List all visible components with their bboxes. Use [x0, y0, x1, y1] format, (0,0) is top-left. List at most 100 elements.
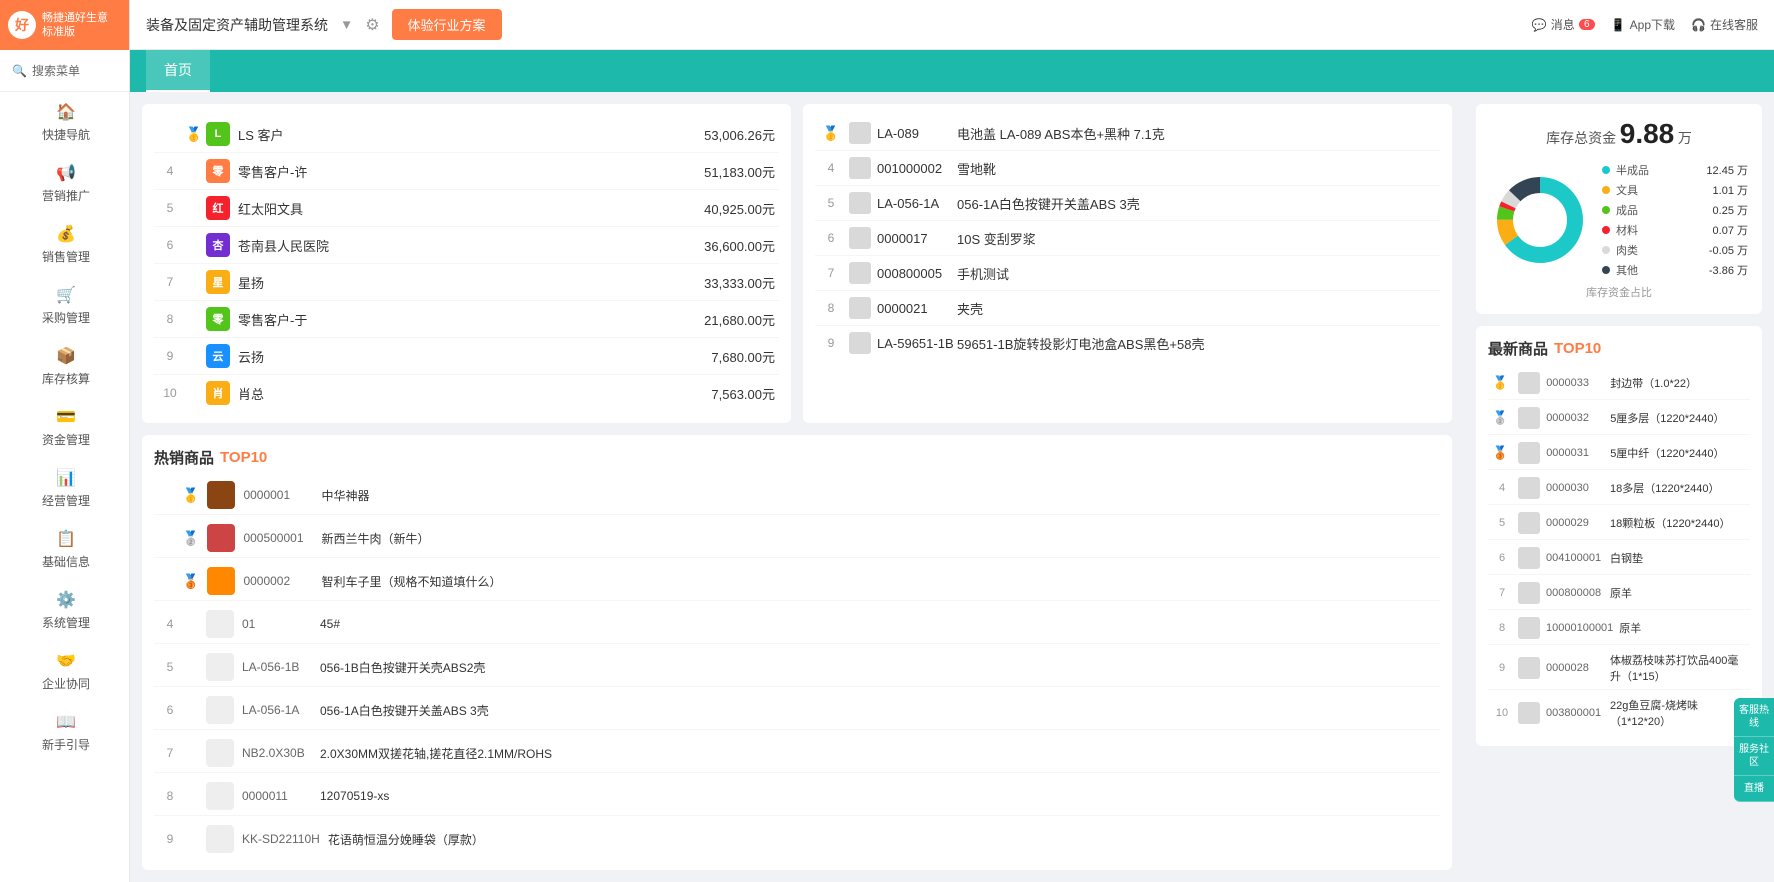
new-product-icon-10	[1518, 702, 1540, 724]
hot-product-name-5: 056-1B白色按键开关壳ABS2壳	[320, 659, 1436, 676]
sidebar-item-basic[interactable]: 📋 基础信息	[0, 519, 129, 580]
new-product-name-8: 原羊	[1619, 620, 1746, 636]
new-product-icon-7	[1518, 582, 1540, 604]
sidebar-search[interactable]: 🔍 搜索菜单	[0, 50, 129, 92]
hot-product-code-3: 0000002	[243, 574, 313, 588]
sidebar-item-guide[interactable]: 📖 新手引导	[0, 702, 129, 763]
new-product-code-8: 10000100001	[1546, 622, 1613, 634]
product-icon-1	[849, 122, 871, 144]
hot-product-name-1: 电池盖 LA-089 ABS本色+黑种 7.1克	[957, 124, 1436, 143]
right-panel: 库存总资金 9.88 万	[1464, 92, 1774, 882]
customer-row-6: 6 杏 苍南县人民医院 36,600.00元	[154, 227, 779, 264]
new-product-name-3: 5厘中纤（1220*2440）	[1610, 445, 1746, 461]
search-menu-button[interactable]: 🔍 搜索菜单	[8, 58, 121, 83]
hot-product-name-8: 夹壳	[957, 299, 1436, 318]
online-service-button[interactable]: 🎧 在线客服	[1691, 16, 1758, 33]
hot-product-code-1: LA-089	[877, 126, 957, 141]
new-product-icon-8	[1518, 617, 1540, 639]
tab-home[interactable]: 首页	[146, 50, 210, 92]
logo-text: 畅捷通好生意 标准版	[42, 11, 108, 40]
system-title: 装备及固定资产辅助管理系统	[146, 15, 328, 35]
sidebar-item-operations[interactable]: 📊 经营管理	[0, 458, 129, 519]
hot-product-name-5: 056-1A白色按键开关盖ABS 3壳	[957, 194, 1436, 213]
product-icon-4	[849, 157, 871, 179]
customer-name-4: 零售客户-许	[238, 162, 704, 181]
sidebar-item-purchase[interactable]: 🛒 采购管理	[0, 275, 129, 336]
product-icon-7	[849, 262, 871, 284]
inventory-label: 库存总资金	[1546, 130, 1616, 146]
legend-dot-semifinished	[1602, 166, 1610, 174]
hot-product-code-8: 0000021	[877, 301, 957, 316]
new-product-icon-6	[1518, 547, 1540, 569]
hot-product-item-1: 🥇 0000001 中华神器	[154, 476, 1440, 515]
system-dropdown-button[interactable]: ▼	[340, 17, 353, 32]
app-download-button[interactable]: 📱 App下载	[1611, 16, 1675, 33]
cs-community-button[interactable]: 服务社区	[1734, 737, 1774, 776]
hot-product-name-3: 智利车子里（规格不知道填什么）	[321, 573, 1436, 590]
settings-button[interactable]: ⚙	[365, 15, 379, 35]
new-product-row-7: 7 000800008 原羊	[1488, 577, 1750, 610]
customer-avatar-5: 红	[206, 196, 230, 220]
new-product-icon-4	[1518, 477, 1540, 499]
sidebar-item-marketing[interactable]: 📢 营销推广	[0, 153, 129, 214]
hot-product-img-6	[206, 696, 234, 724]
inventory-unit: 万	[1678, 130, 1692, 146]
sidebar-item-home[interactable]: 🏠 快捷导航	[0, 92, 129, 153]
customer-avatar-6: 杏	[206, 233, 230, 257]
hot-product-code-5: LA-056-1A	[877, 196, 957, 211]
hot-product-code-4: 001000002	[877, 161, 957, 176]
product-icon-6	[849, 227, 871, 249]
inventory-card: 库存总资金 9.88 万	[1476, 104, 1762, 314]
legend-value-semifinished: 12.45 万	[1706, 162, 1748, 178]
hot-product-name-4: 雪地靴	[957, 159, 1436, 178]
legend-label-other: 其他	[1616, 262, 1703, 278]
legend-dot-material	[1602, 226, 1610, 234]
customer-service-float: 客服热线 服务社区 直播	[1734, 698, 1774, 802]
customer-row-5: 5 红 红太阳文具 40,925.00元	[154, 190, 779, 227]
hot-product-name-6: 056-1A白色按键开关盖ABS 3壳	[320, 702, 1436, 719]
inventory-value: 9.88	[1620, 118, 1675, 149]
hot-product-name-4: 45#	[320, 617, 1436, 631]
legend-item-finished: 成品 0.25 万	[1602, 202, 1748, 218]
customer-name-8: 零售客户-于	[238, 310, 704, 329]
trial-button[interactable]: 体验行业方案	[392, 9, 502, 40]
hot-product-row-7: 7 000800005 手机测试	[815, 256, 1440, 291]
new-products-list: 🥇 0000033 封边带（1.0*22） 🥈 0000032 5厘多层（122…	[1488, 367, 1750, 734]
hot-product-name-6: 10S 变刮罗浆	[957, 229, 1436, 248]
content: 🥇 L LS 客户 53,006.26元 4 零 零售客户-许 51,183.0…	[130, 92, 1774, 882]
hot-product-name-9: 花语萌恒温分娩睡袋（厚款）	[328, 831, 1436, 848]
top-customers-card: 🥇 L LS 客户 53,006.26元 4 零 零售客户-许 51,183.0…	[142, 104, 791, 423]
new-product-row-2: 🥈 0000032 5厘多层（1220*2440）	[1488, 402, 1750, 435]
sidebar-item-enterprise[interactable]: 🤝 企业协同	[0, 641, 129, 702]
hot-product-name-7: 手机测试	[957, 264, 1436, 283]
sidebar-item-sales[interactable]: 💰 销售管理	[0, 214, 129, 275]
hot-product-row-1: 🥇 LA-089 电池盖 LA-089 ABS本色+黑种 7.1克	[815, 116, 1440, 151]
product-icon-5	[849, 192, 871, 214]
cs-live-button[interactable]: 直播	[1734, 776, 1774, 802]
hot-product-item-6: 6 LA-056-1A 056-1A白色按键开关盖ABS 3壳	[154, 691, 1440, 730]
new-product-name-9: 体椒荔枝味苏打饮品400毫升（1*15）	[1610, 652, 1746, 684]
donut-chart	[1490, 170, 1590, 270]
hot-product-img-2	[207, 524, 235, 552]
hot-product-code-6: 0000017	[877, 231, 957, 246]
sidebar-item-system[interactable]: ⚙️ 系统管理	[0, 580, 129, 641]
product-icon-9	[849, 332, 871, 354]
hot-product-code-8: 0000011	[242, 789, 312, 803]
new-product-code-1: 0000033	[1546, 377, 1604, 389]
cs-hotline-button[interactable]: 客服热线	[1734, 698, 1774, 737]
inventory-icon: 📦	[56, 346, 76, 366]
basic-icon: 📋	[56, 529, 76, 549]
new-product-code-10: 003800001	[1546, 707, 1604, 719]
sidebar-item-inventory[interactable]: 📦 库存核算	[0, 336, 129, 397]
customer-value-8: 21,680.00元	[704, 310, 775, 329]
new-product-code-7: 000800008	[1546, 587, 1604, 599]
message-button[interactable]: 💬 消息 6	[1532, 16, 1595, 33]
sidebar-item-finance[interactable]: 💳 资金管理	[0, 397, 129, 458]
new-product-row-8: 8 10000100001 原羊	[1488, 612, 1750, 645]
new-product-code-9: 0000028	[1546, 662, 1604, 674]
new-product-icon-1	[1518, 372, 1540, 394]
customer-avatar-4: 零	[206, 159, 230, 183]
marketing-icon: 📢	[56, 163, 76, 183]
legend-item-stationery: 文具 1.01 万	[1602, 182, 1748, 198]
topbar-right: 💬 消息 6 📱 App下载 🎧 在线客服	[1532, 16, 1758, 33]
